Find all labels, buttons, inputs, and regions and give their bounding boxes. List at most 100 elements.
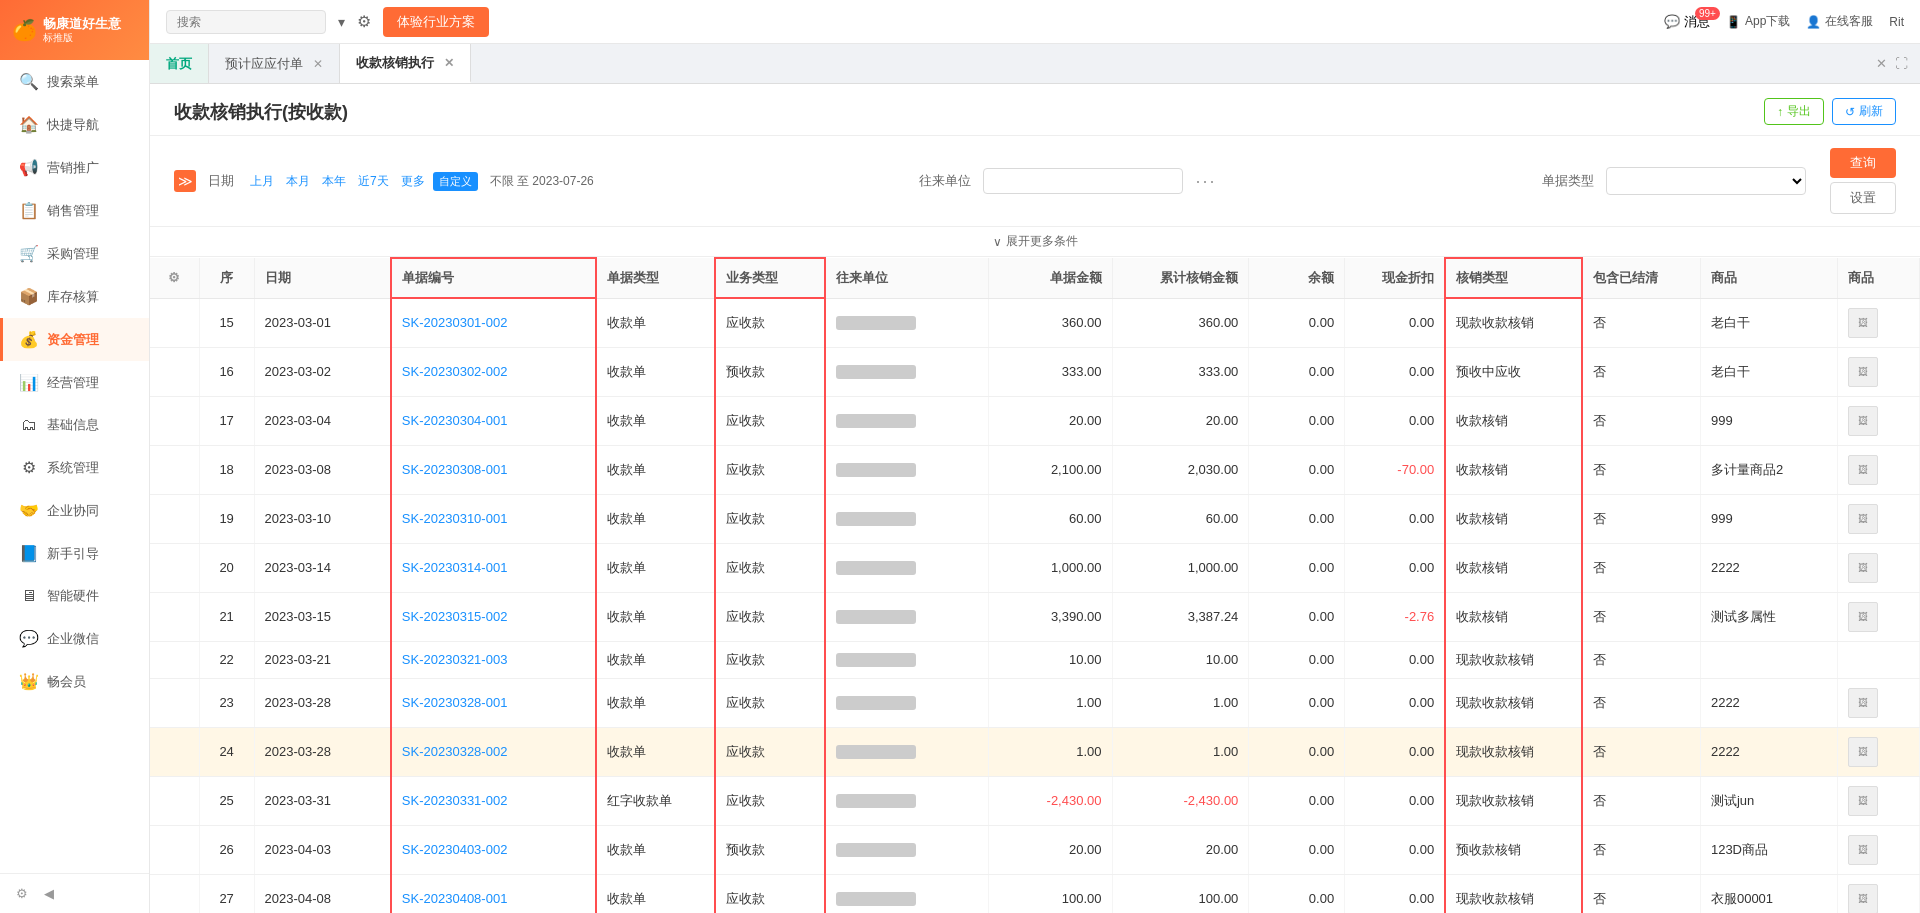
row-incl-settled: 否: [1582, 825, 1700, 874]
order-no-link[interactable]: SK-20230315-002: [402, 609, 508, 624]
sidebar-item-system[interactable]: ⚙ 系统管理: [0, 446, 149, 489]
close-pending-icon[interactable]: ✕: [313, 57, 323, 71]
order-no-link[interactable]: SK-20230328-002: [402, 744, 508, 759]
row-product-img: 🖼: [1837, 347, 1919, 396]
row-cum: 10.00: [1112, 641, 1249, 678]
sidebar-item-inventory[interactable]: 📦 库存核算: [0, 275, 149, 318]
row-discount: 0.00: [1345, 874, 1446, 913]
order-no-link[interactable]: SK-20230321-003: [402, 652, 508, 667]
order-no-link[interactable]: SK-20230302-002: [402, 364, 508, 379]
tab-maximize-icon[interactable]: ⛶: [1895, 56, 1908, 71]
row-party: [825, 641, 989, 678]
col-header-voucher-type: 单据类型: [596, 258, 715, 298]
sidebar-item-wechat[interactable]: 💬 企业微信: [0, 617, 149, 660]
row-balance: 0.00: [1249, 494, 1345, 543]
sidebar-nav: 🔍 搜索菜单 🏠 快捷导航 📢 营销推广 📋 销售管理 🛒 采购管理 📦 库存核…: [0, 60, 149, 873]
table-row: 22 2023-03-21 SK-20230321-003 收款单 应收款 10…: [150, 641, 1920, 678]
purchase-icon: 🛒: [19, 244, 39, 263]
sidebar-item-operations[interactable]: 📊 经营管理: [0, 361, 149, 404]
voucher-type-select[interactable]: [1606, 167, 1806, 195]
row-date: 2023-03-31: [254, 776, 391, 825]
row-product-img: 🖼: [1837, 396, 1919, 445]
party-filter-dots[interactable]: ···: [1195, 171, 1216, 192]
sidebar-settings-icon[interactable]: ⚙: [16, 886, 28, 901]
row-order-no: SK-20230321-003: [391, 641, 596, 678]
sidebar-item-marketing[interactable]: 📢 营销推广: [0, 146, 149, 189]
row-date: 2023-03-02: [254, 347, 391, 396]
order-no-link[interactable]: SK-20230304-001: [402, 413, 508, 428]
sidebar-item-purchase[interactable]: 🛒 采购管理: [0, 232, 149, 275]
row-date: 2023-03-28: [254, 727, 391, 776]
app-download-link[interactable]: 📱 App下载: [1726, 13, 1790, 30]
order-no-link[interactable]: SK-20230408-001: [402, 891, 508, 906]
topbar: ▾ ⚙ 体验行业方案 💬 消息 99+ 📱 App下载 👤 在线客服 Rit: [150, 0, 1920, 44]
inventory-icon: 📦: [19, 287, 39, 306]
row-order-no: SK-20230310-001: [391, 494, 596, 543]
date-filter-label: 日期: [208, 172, 234, 190]
close-writeoff-icon[interactable]: ✕: [444, 56, 454, 70]
sidebar-item-sales[interactable]: 📋 销售管理: [0, 189, 149, 232]
online-service-link[interactable]: 👤 在线客服: [1806, 13, 1873, 30]
row-order-no: SK-20230304-001: [391, 396, 596, 445]
sidebar-label-inventory: 库存核算: [47, 288, 99, 306]
dropdown-icon[interactable]: ▾: [338, 14, 345, 30]
topbar-search-input[interactable]: [166, 10, 326, 34]
row-no: 25: [199, 776, 254, 825]
topbar-gear-icon[interactable]: ⚙: [357, 12, 371, 31]
tab-home[interactable]: 首页: [150, 44, 209, 83]
party-filter-input[interactable]: [983, 168, 1183, 194]
col-header-settings[interactable]: ⚙: [150, 258, 199, 298]
row-biz-type: 应收款: [715, 776, 824, 825]
row-settings: [150, 874, 199, 913]
product-thumbnail: 🖼: [1848, 786, 1878, 816]
expand-more-button[interactable]: ∨ 展开更多条件: [993, 233, 1078, 250]
sidebar-label-finance: 资金管理: [47, 331, 99, 349]
order-no-link[interactable]: SK-20230314-001: [402, 560, 508, 575]
table-row: 15 2023-03-01 SK-20230301-002 收款单 应收款 36…: [150, 298, 1920, 347]
sidebar-label-basic: 基础信息: [47, 416, 99, 434]
date-custom-btn[interactable]: 自定义: [433, 172, 478, 191]
order-no-link[interactable]: SK-20230331-002: [402, 793, 508, 808]
sidebar-item-quicknav[interactable]: 🏠 快捷导航: [0, 103, 149, 146]
setting-button[interactable]: 设置: [1830, 182, 1896, 214]
party-blurred: [836, 414, 916, 428]
tab-writeoff[interactable]: 收款核销执行 ✕: [340, 44, 471, 83]
order-no-link[interactable]: SK-20230328-001: [402, 695, 508, 710]
row-discount: -2.76: [1345, 592, 1446, 641]
filter-toggle-button[interactable]: ≫: [174, 170, 196, 192]
tab-close-all-icon[interactable]: ✕: [1876, 56, 1887, 71]
sidebar-item-basic[interactable]: 🗂 基础信息: [0, 404, 149, 446]
sidebar-item-hardware[interactable]: 🖥 智能硬件: [0, 575, 149, 617]
query-button[interactable]: 查询: [1830, 148, 1896, 178]
sidebar-item-collab[interactable]: 🤝 企业协同: [0, 489, 149, 532]
row-cum: 1,000.00: [1112, 543, 1249, 592]
date-more[interactable]: 更多: [397, 171, 429, 192]
order-no-link[interactable]: SK-20230308-001: [402, 462, 508, 477]
row-settings: [150, 678, 199, 727]
date-this-month[interactable]: 本月: [282, 171, 314, 192]
row-incl-settled: 否: [1582, 678, 1700, 727]
sidebar-collapse-icon[interactable]: ◀: [44, 886, 54, 901]
row-party: [825, 592, 989, 641]
sidebar-item-finance[interactable]: 💰 资金管理: [0, 318, 149, 361]
sidebar-label-purchase: 采购管理: [47, 245, 99, 263]
industry-solution-button[interactable]: 体验行业方案: [383, 7, 489, 37]
basic-icon: 🗂: [19, 416, 39, 434]
operations-icon: 📊: [19, 373, 39, 392]
page-title: 收款核销执行(按收款): [174, 100, 348, 124]
date-last-month[interactable]: 上月: [246, 171, 278, 192]
date-this-year[interactable]: 本年: [318, 171, 350, 192]
date-last-7-days[interactable]: 近7天: [354, 171, 393, 192]
order-no-link[interactable]: SK-20230403-002: [402, 842, 508, 857]
sidebar-item-guide[interactable]: 📘 新手引导: [0, 532, 149, 575]
row-product: 2222: [1700, 678, 1837, 727]
sidebar-item-search[interactable]: 🔍 搜索菜单: [0, 60, 149, 103]
tab-pending[interactable]: 预计应应付单 ✕: [209, 44, 340, 83]
sidebar-item-member[interactable]: 👑 畅会员: [0, 660, 149, 703]
export-button[interactable]: ↑ 导出: [1764, 98, 1824, 125]
order-no-link[interactable]: SK-20230310-001: [402, 511, 508, 526]
order-no-link[interactable]: SK-20230301-002: [402, 315, 508, 330]
row-writeoff-type: 现款收款核销: [1445, 776, 1582, 825]
notification-badge[interactable]: 💬 消息 99+: [1664, 13, 1710, 31]
refresh-button[interactable]: ↺ 刷新: [1832, 98, 1896, 125]
